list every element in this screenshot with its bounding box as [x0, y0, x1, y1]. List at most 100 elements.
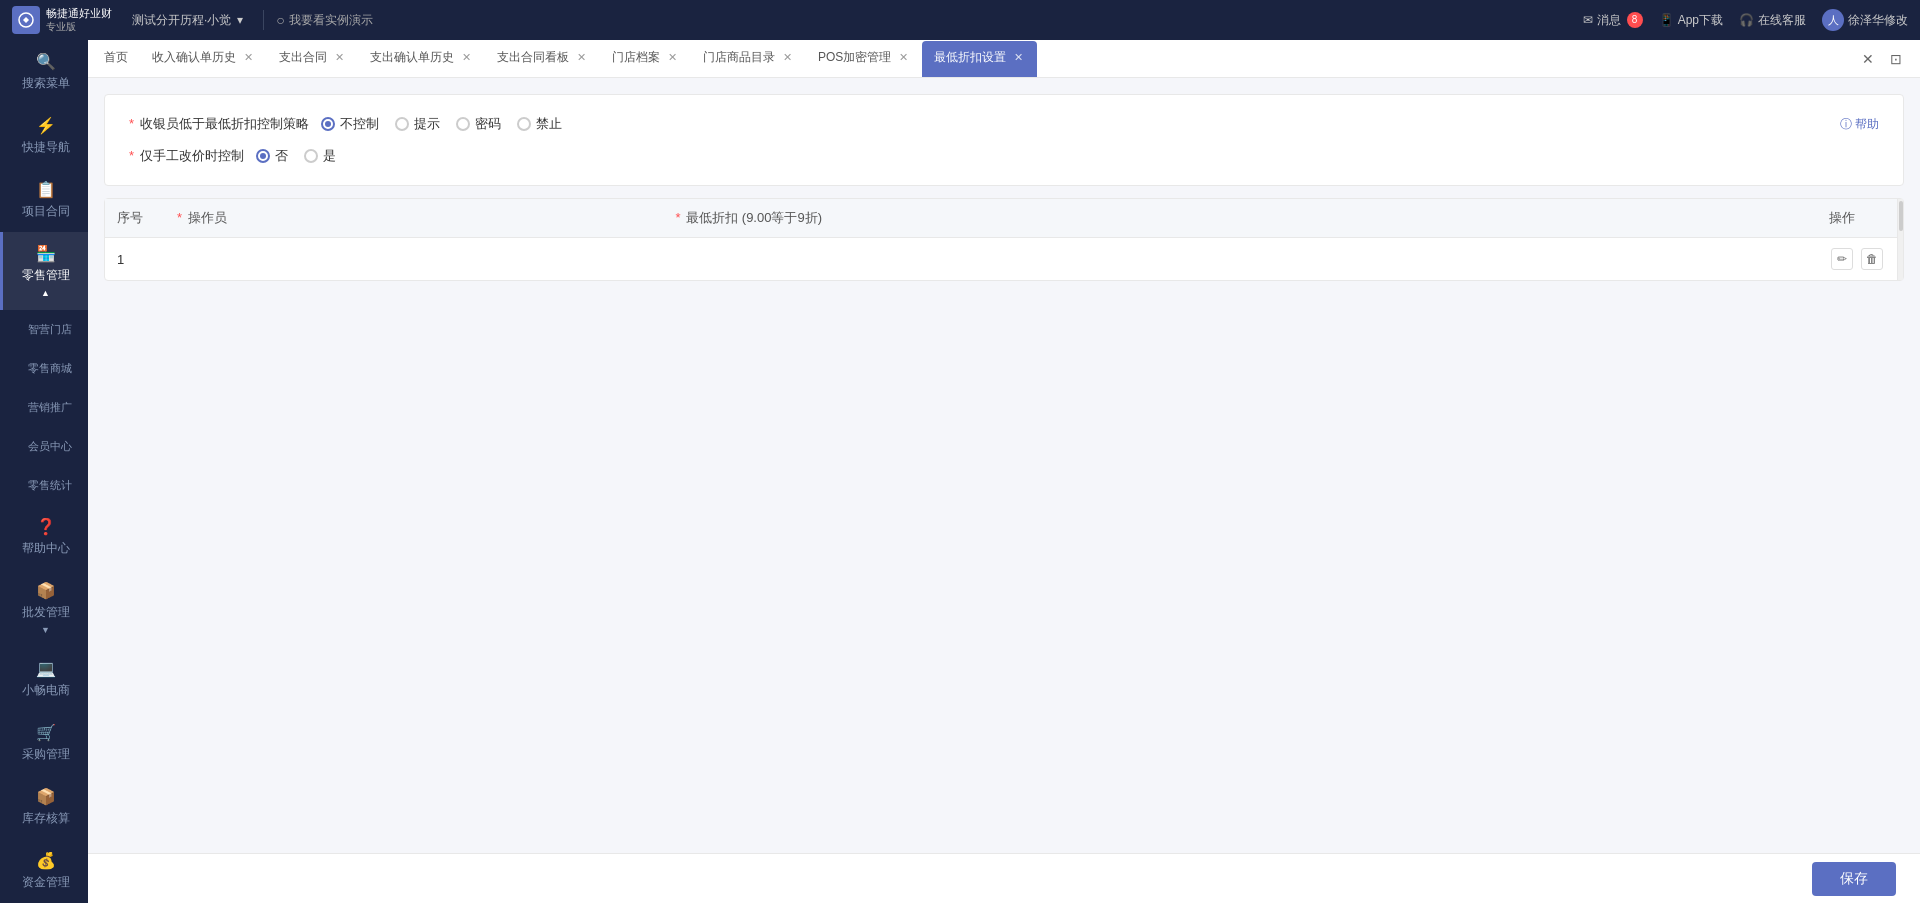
radio-no-control[interactable]: 不控制: [321, 115, 379, 133]
scrollbar-thumb: [1899, 201, 1903, 231]
tab-store-goods[interactable]: 门店商品目录 ✕: [691, 41, 806, 77]
sidebar-item-label: 批发管理: [22, 604, 70, 621]
sidebar-item-label: 营销推广: [28, 400, 72, 415]
sidebar-item-purchase[interactable]: 🛒 采购管理: [0, 711, 88, 775]
search-icon: 🔍: [36, 52, 56, 71]
tab-payment-board[interactable]: 支出合同看板 ✕: [485, 41, 600, 77]
sidebar-item-retail-mall[interactable]: 零售商城: [0, 349, 88, 388]
tab-pos-manage[interactable]: POS加密管理 ✕: [806, 41, 922, 77]
top-header: 畅捷通好业财 专业版 测试分开历程·小觉 ▾ ○ 我要看实例演示 ✉ 消息 8 …: [0, 0, 1920, 40]
tab-home[interactable]: 首页: [92, 41, 140, 77]
table-vertical-scrollbar[interactable]: [1897, 199, 1903, 280]
page-footer: 保存: [88, 853, 1920, 903]
message-label: 消息: [1597, 12, 1621, 29]
user-icon: 人: [1822, 9, 1844, 31]
sidebar-item-shortcuts[interactable]: ⚡ 快捷导航: [0, 104, 88, 168]
message-btn[interactable]: ✉ 消息 8: [1583, 12, 1643, 29]
tab-income-confirm[interactable]: 收入确认单历史 ✕: [140, 41, 267, 77]
radio-circle: [321, 117, 335, 131]
tab-label: 门店档案: [612, 49, 660, 66]
save-button[interactable]: 保存: [1812, 862, 1896, 896]
sidebar-item-project[interactable]: 📋 项目合同: [0, 168, 88, 232]
main-layout: 🔍 搜索菜单 ⚡ 快捷导航 📋 项目合同 🏪 零售管理 ▲ 智营门店 零售商城 …: [0, 40, 1920, 903]
data-table-wrap: 序号 * 操作员 * 最低折扣 (9.00等于9折): [104, 198, 1904, 281]
edit-row-btn[interactable]: ✏: [1831, 248, 1853, 270]
manual-price-row: * 仅手工改价时控制 否 是: [129, 147, 1879, 165]
finance-icon: 💰: [36, 851, 56, 870]
wholesale-icon: 📦: [36, 581, 56, 600]
sidebar-item-smart-store[interactable]: 智营门店: [0, 310, 88, 349]
header-right: ✉ 消息 8 📱 App下载 🎧 在线客服 人 徐泽华修改: [1583, 9, 1908, 31]
sidebar-item-wholesale[interactable]: 📦 批发管理 ▼: [0, 569, 88, 647]
radio-remind[interactable]: 提示: [395, 115, 440, 133]
radio-no[interactable]: 否: [256, 147, 288, 165]
tab-close-icon[interactable]: ✕: [897, 51, 910, 64]
radio-circle: [256, 149, 270, 163]
sidebar-item-label: 零售商城: [28, 361, 72, 376]
sidebar-item-ecommerce[interactable]: 💻 小畅电商: [0, 647, 88, 711]
content-area: 首页 收入确认单历史 ✕ 支出合同 ✕ 支出确认单历史 ✕ 支出合同看板 ✕ 门…: [88, 40, 1920, 903]
sidebar-item-search[interactable]: 🔍 搜索菜单: [0, 40, 88, 104]
tab-close-icon[interactable]: ✕: [1012, 51, 1025, 64]
radio-password[interactable]: 密码: [456, 115, 501, 133]
sidebar: 🔍 搜索菜单 ⚡ 快捷导航 📋 项目合同 🏪 零售管理 ▲ 智营门店 零售商城 …: [0, 40, 88, 903]
tab-close-icon[interactable]: ✕: [242, 51, 255, 64]
tab-payment-contract[interactable]: 支出合同 ✕: [267, 41, 358, 77]
tab-min-discount[interactable]: 最低折扣设置 ✕: [922, 41, 1037, 77]
sidebar-item-member[interactable]: 会员中心: [0, 427, 88, 466]
td-seq: 1: [105, 238, 165, 281]
tab-close-icon[interactable]: ✕: [460, 51, 473, 64]
manual-price-options: 否 是: [256, 147, 336, 165]
app-download-btn[interactable]: 📱 App下载: [1659, 12, 1723, 29]
delete-row-btn[interactable]: 🗑: [1861, 248, 1883, 270]
cashier-discount-label: * 收银员低于最低折扣控制策略: [129, 115, 309, 133]
tab-close-icon[interactable]: ✕: [781, 51, 794, 64]
sidebar-item-label: 智营门店: [28, 322, 72, 337]
chevron-up-icon: ▲: [41, 288, 50, 298]
tab-label: 首页: [104, 49, 128, 66]
th-min-discount: * 最低折扣 (9.00等于9折): [664, 199, 1817, 238]
sidebar-item-label: 会员中心: [28, 439, 72, 454]
sidebar-item-label: 零售管理: [22, 267, 70, 284]
td-min-discount[interactable]: [664, 238, 1817, 281]
sidebar-item-finance[interactable]: 💰 资金管理: [0, 839, 88, 903]
tab-payment-confirm[interactable]: 支出确认单历史 ✕: [358, 41, 485, 77]
radio-yes[interactable]: 是: [304, 147, 336, 165]
tab-maximize-btn[interactable]: ⊡: [1884, 47, 1908, 71]
radio-label: 禁止: [536, 115, 562, 133]
tab-close-icon[interactable]: ✕: [666, 51, 679, 64]
tab-store-file[interactable]: 门店档案 ✕: [600, 41, 691, 77]
td-operator[interactable]: [165, 238, 664, 281]
sidebar-item-label: 库存核算: [22, 810, 70, 827]
radio-label: 不控制: [340, 115, 379, 133]
cashier-discount-row: * 收银员低于最低折扣控制策略 不控制 提示: [129, 115, 1879, 133]
th-operator: * 操作员: [165, 199, 664, 238]
sidebar-item-retail-stat[interactable]: 零售统计: [0, 466, 88, 505]
header-left: 畅捷通好业财 专业版 测试分开历程·小觉 ▾ ○ 我要看实例演示: [12, 6, 373, 34]
radio-label: 密码: [475, 115, 501, 133]
demo-link-text: 我要看实例演示: [289, 12, 373, 29]
ecommerce-icon: 💻: [36, 659, 56, 678]
radio-forbid[interactable]: 禁止: [517, 115, 562, 133]
sidebar-item-retail[interactable]: 🏪 零售管理 ▲: [0, 232, 88, 310]
sidebar-item-label: 项目合同: [22, 203, 70, 220]
sidebar-item-inventory[interactable]: 📦 库存核算: [0, 775, 88, 839]
sidebar-item-label: 资金管理: [22, 874, 70, 891]
tab-close-btn[interactable]: ✕: [1856, 47, 1880, 71]
sidebar-item-help[interactable]: ❓ 帮助中心: [0, 505, 88, 569]
table-body: 1 ✏ 🗑: [105, 238, 1897, 281]
discount-table: 序号 * 操作员 * 最低折扣 (9.00等于9折): [105, 199, 1897, 280]
project-selector[interactable]: 测试分开历程·小觉 ▾: [124, 8, 251, 33]
customer-service-btn[interactable]: 🎧 在线客服: [1739, 12, 1806, 29]
radio-circle: [517, 117, 531, 131]
table-scrollbar-wrap: 序号 * 操作员 * 最低折扣 (9.00等于9折): [105, 199, 1903, 280]
demo-link[interactable]: ○ 我要看实例演示: [276, 12, 372, 29]
tab-close-icon[interactable]: ✕: [333, 51, 346, 64]
help-button[interactable]: ⓘ 帮助: [1840, 116, 1879, 133]
table-row: 1 ✏ 🗑: [105, 238, 1897, 281]
tab-close-icon[interactable]: ✕: [575, 51, 588, 64]
sidebar-item-marketing[interactable]: 营销推广: [0, 388, 88, 427]
required-star: *: [129, 116, 134, 131]
sidebar-item-label: 搜索菜单: [22, 75, 70, 92]
user-menu-btn[interactable]: 人 徐泽华修改: [1822, 9, 1908, 31]
